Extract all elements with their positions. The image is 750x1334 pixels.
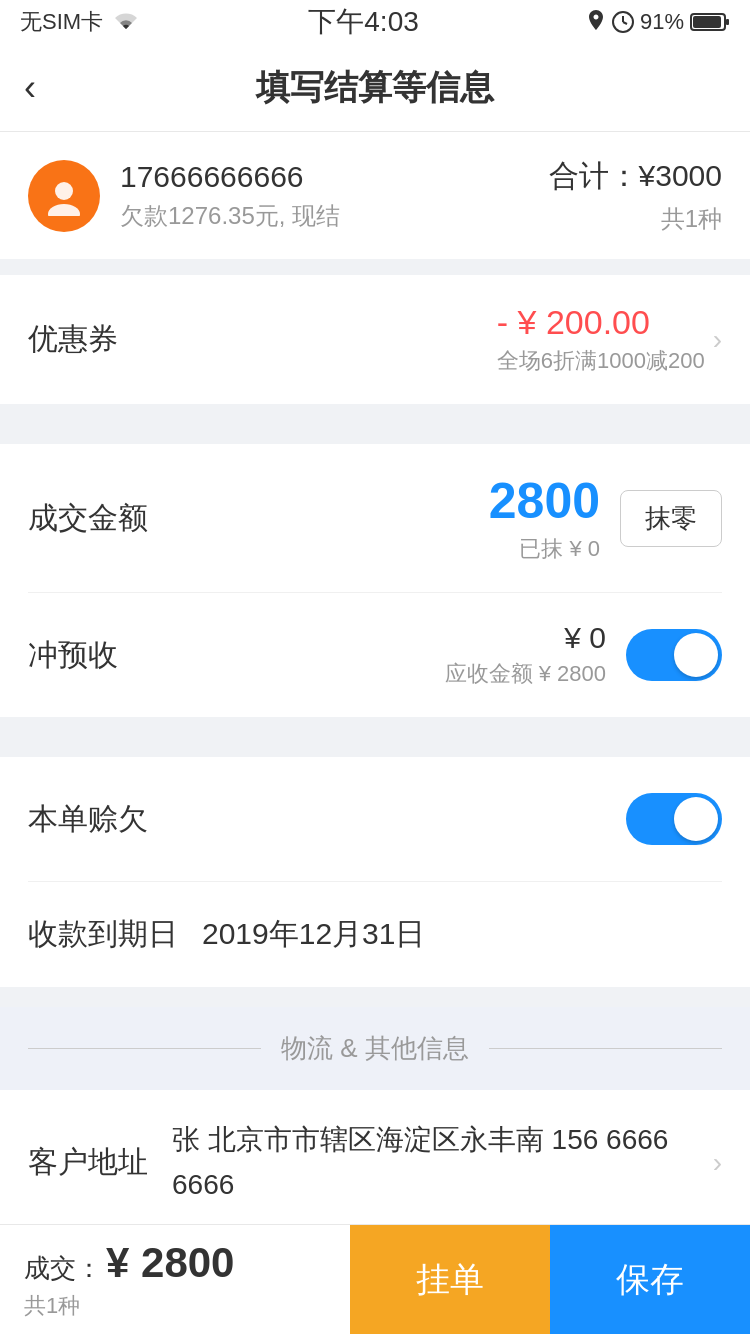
status-time: 下午4:03: [308, 3, 419, 41]
avatar-icon: [44, 176, 84, 216]
clock-icon: [612, 11, 634, 33]
address-value: 张 北京市市辖区海淀区永丰南 156 6666 6666: [172, 1118, 713, 1208]
logistics-section: 物流 & 其他信息 客户地址 张 北京市市辖区海淀区永丰南 156 6666 6…: [0, 1007, 750, 1236]
status-bar: 无SIM卡 下午4:03 91%: [0, 0, 750, 44]
prepay-toggle[interactable]: [626, 629, 722, 681]
logistics-title: 物流 & 其他信息: [281, 1031, 469, 1066]
coupon-right: - ¥ 200.00 全场6折满1000减200 ›: [497, 303, 722, 376]
battery-percent: 91%: [640, 9, 684, 35]
debt-date-row: 收款到期日 2019年12月31日: [28, 882, 722, 987]
total-amount: 合计：¥3000: [549, 156, 722, 197]
no-sim-label: 无SIM卡: [20, 7, 103, 37]
prepay-amount: ¥ 0: [445, 621, 606, 655]
already-rounded: 已抹 ¥ 0: [489, 534, 600, 564]
svg-point-7: [48, 204, 80, 216]
amount-section: 成交金额 2800 已抹 ¥ 0 抹零 冲预收 ¥ 0 应收金额 ¥ 2800: [0, 444, 750, 717]
user-left: 17666666666 欠款1276.35元, 现结: [28, 160, 340, 232]
coupon-desc: 全场6折满1000减200: [497, 346, 705, 376]
nav-bar: ‹ 填写结算等信息: [0, 44, 750, 132]
bottom-deal-label: 成交：: [24, 1251, 102, 1286]
debt-row: 本单赊欠: [28, 757, 722, 882]
svg-line-2: [623, 22, 627, 24]
debt-date-value: 2019年12月31日: [202, 914, 425, 955]
total-count: 共1种: [549, 203, 722, 235]
avatar: [28, 160, 100, 232]
logistics-line-left: [28, 1048, 261, 1049]
status-right: 91%: [586, 9, 730, 35]
debt-toggle[interactable]: [626, 793, 722, 845]
svg-point-6: [55, 182, 73, 200]
prepay-receivable: 应收金额 ¥ 2800: [445, 659, 606, 689]
bottom-count: 共1种: [24, 1291, 326, 1321]
hold-button[interactable]: 挂单: [350, 1225, 550, 1334]
address-right: ›: [713, 1147, 722, 1179]
debt-section: 本单赊欠 收款到期日 2019年12月31日: [0, 757, 750, 987]
deal-amount-right: 2800 已抹 ¥ 0 抹零: [489, 472, 722, 564]
user-total: 合计：¥3000 共1种: [549, 156, 722, 235]
bottom-summary: 成交： ¥ 2800 共1种: [0, 1225, 350, 1334]
coupon-label: 优惠券: [28, 319, 118, 360]
address-label: 客户地址: [28, 1142, 148, 1183]
battery-icon: [690, 11, 730, 33]
save-button[interactable]: 保存: [550, 1225, 750, 1334]
logistics-line-right: [489, 1048, 722, 1049]
user-debt: 欠款1276.35元, 现结: [120, 200, 340, 232]
wifi-icon: [111, 11, 141, 33]
round-button[interactable]: 抹零: [620, 490, 722, 547]
user-info: 17666666666 欠款1276.35元, 现结: [120, 160, 340, 232]
logistics-header: 物流 & 其他信息: [0, 1007, 750, 1090]
debt-label: 本单赊欠: [28, 799, 148, 840]
coupon-discount: - ¥ 200.00: [497, 303, 705, 342]
deal-amount-row: 成交金额 2800 已抹 ¥ 0 抹零: [28, 444, 722, 593]
section-divider-1: [0, 424, 750, 444]
address-row[interactable]: 客户地址 张 北京市市辖区海淀区永丰南 156 6666 6666 ›: [0, 1090, 750, 1236]
status-left: 无SIM卡: [20, 7, 141, 37]
svg-rect-5: [693, 16, 721, 28]
location-icon: [586, 10, 606, 34]
deal-amount-value: 2800: [489, 472, 600, 530]
coupon-chevron-icon: ›: [713, 324, 722, 356]
page-title: 填写结算等信息: [256, 65, 494, 111]
back-button[interactable]: ‹: [24, 67, 36, 109]
prepay-row: 冲预收 ¥ 0 应收金额 ¥ 2800: [28, 593, 722, 717]
svg-rect-4: [726, 19, 729, 25]
user-phone: 17666666666: [120, 160, 340, 194]
prepay-right: ¥ 0 应收金额 ¥ 2800: [445, 621, 722, 689]
prepay-label: 冲预收: [28, 635, 118, 676]
deal-amount-label: 成交金额: [28, 498, 148, 539]
user-card: 17666666666 欠款1276.35元, 现结 合计：¥3000 共1种: [0, 132, 750, 259]
coupon-row[interactable]: 优惠券 - ¥ 200.00 全场6折满1000减200 ›: [0, 275, 750, 404]
section-divider-2: [0, 717, 750, 737]
bottom-amount: ¥ 2800: [106, 1239, 234, 1287]
debt-date-label: 收款到期日: [28, 914, 178, 955]
bottom-bar: 成交： ¥ 2800 共1种 挂单 保存: [0, 1224, 750, 1334]
address-chevron-icon: ›: [713, 1147, 722, 1179]
